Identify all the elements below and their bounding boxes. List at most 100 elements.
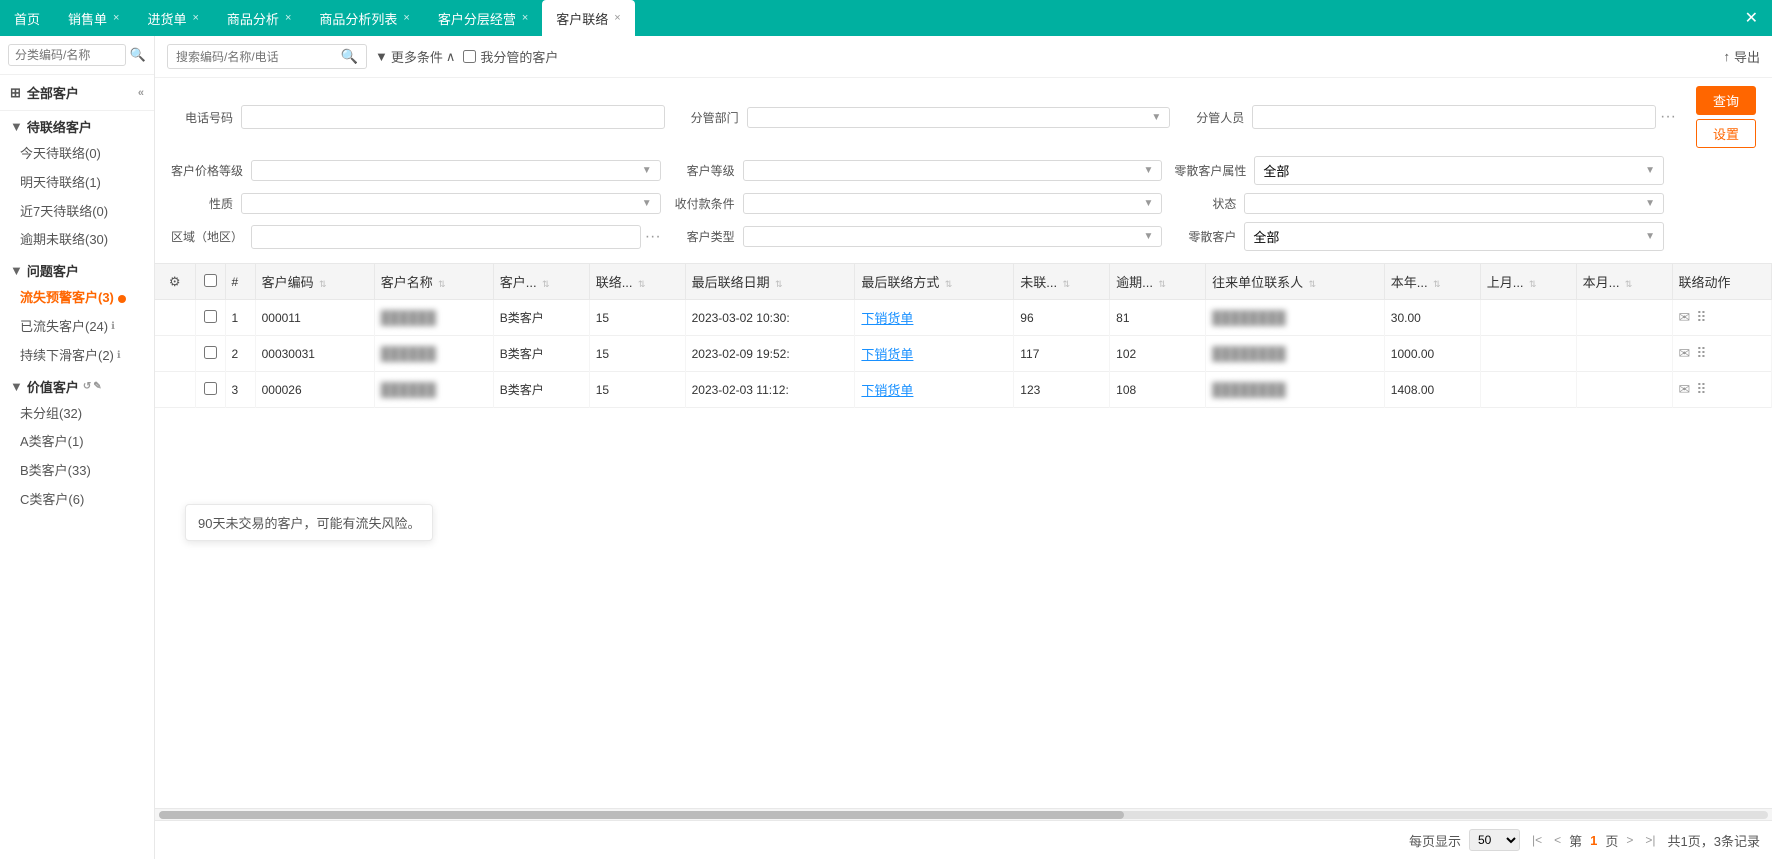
page-first-button[interactable]: |< <box>1528 831 1546 849</box>
page-last-button[interactable]: >| <box>1641 831 1659 849</box>
sidebar-item-churned[interactable]: 已流失客户(24) ℹ <box>0 313 154 342</box>
sidebar-group-value[interactable]: ▼ 价值客户 ↺ ✎ <box>0 371 154 400</box>
sort-name-icon[interactable]: ⇅ <box>438 279 446 289</box>
row1-contact-way-link[interactable]: 下销货单 <box>861 311 913 326</box>
info-icon-churned[interactable]: ℹ <box>111 319 115 335</box>
tab-close-purchase[interactable]: × <box>192 12 198 24</box>
td-row1-this-year: 30.00 <box>1384 300 1480 336</box>
per-page-select[interactable]: 50 100 200 <box>1469 829 1520 851</box>
sort-overdue-icon[interactable]: ⇅ <box>1158 279 1166 289</box>
row2-more-icon[interactable]: ⠿ <box>1696 345 1706 362</box>
tab-close-sales[interactable]: × <box>113 12 119 24</box>
filter-select-dept[interactable]: ▼ <box>747 107 1171 128</box>
manager-dots-icon[interactable]: ··· <box>1660 108 1676 126</box>
sort-date-icon[interactable]: ⇅ <box>775 279 783 289</box>
edit-icon[interactable]: ✎ <box>93 381 101 392</box>
horizontal-scrollbar[interactable] <box>155 808 1772 820</box>
gear-settings-icon[interactable]: ⚙ <box>169 274 181 289</box>
row3-contact-way-link[interactable]: 下销货单 <box>861 383 913 398</box>
sort-type-icon[interactable]: ⇅ <box>542 279 550 289</box>
more-filters-button[interactable]: ▼ 更多条件 ∧ <box>375 47 455 66</box>
td-row3-type: B类客户 <box>493 372 589 408</box>
region-dots-icon[interactable]: ··· <box>645 228 661 246</box>
sidebar-search-icon[interactable]: 🔍 <box>130 47 146 63</box>
filter-label-zero-customer: 零散客户 <box>1174 228 1244 245</box>
scrollbar-track[interactable] <box>159 811 1768 819</box>
query-button[interactable]: 查询 <box>1696 86 1756 115</box>
search-input[interactable] <box>176 50 341 64</box>
select-all-checkbox[interactable] <box>204 274 217 287</box>
app-close-button[interactable]: ✕ <box>1731 8 1772 28</box>
sidebar-group-problem[interactable]: ▼ 问题客户 <box>0 255 154 284</box>
filter-select-customer-type[interactable]: ▼ <box>743 226 1163 247</box>
sidebar-item-churn-risk[interactable]: 流失预警客户(3) <box>0 284 154 313</box>
sidebar-item-downtrend[interactable]: 持续下滑客户(2) ℹ <box>0 342 154 371</box>
sort-last-month-icon[interactable]: ⇅ <box>1529 279 1537 289</box>
my-customers-checkbox[interactable] <box>463 50 476 63</box>
row1-checkbox[interactable] <box>204 310 217 323</box>
sort-contact-icon[interactable]: ⇅ <box>638 279 646 289</box>
tab-customer-tier[interactable]: 客户分层经营 × <box>424 0 542 36</box>
main-layout: 🔍 ⊞ 全部客户 « ▼ 待联络客户 今天待联络(0) 明天待联络(1) 近7天… <box>0 36 1772 859</box>
sidebar-item-a-class[interactable]: A类客户(1) <box>0 428 154 457</box>
tab-close-customer-contact[interactable]: × <box>614 12 620 24</box>
filter-select-gender[interactable]: ▼ <box>241 193 661 214</box>
filter-input-manager[interactable] <box>1252 105 1656 129</box>
page-next-button[interactable]: > <box>1622 831 1637 849</box>
row1-more-icon[interactable]: ⠿ <box>1696 309 1706 326</box>
filter-label-gender: 性质 <box>171 195 241 212</box>
sidebar-item-today[interactable]: 今天待联络(0) <box>0 140 154 169</box>
row1-chat-icon[interactable]: ✉ <box>1679 309 1691 326</box>
sidebar-search-input[interactable] <box>8 44 126 66</box>
row3-more-icon[interactable]: ⠿ <box>1696 381 1706 398</box>
scrollbar-thumb[interactable] <box>159 811 1124 819</box>
tab-customer-contact[interactable]: 客户联络 × <box>542 0 634 36</box>
filter-label-status: 状态 <box>1174 195 1244 212</box>
sidebar-item-overdue[interactable]: 逾期未联络(30) <box>0 226 154 255</box>
sort-code-icon[interactable]: ⇅ <box>319 279 327 289</box>
sort-way-icon[interactable]: ⇅ <box>945 279 953 289</box>
tab-sales[interactable]: 销售单 × <box>54 0 133 36</box>
sidebar-item-tomorrow[interactable]: 明天待联络(1) <box>0 169 154 198</box>
sidebar-item-b-class[interactable]: B类客户(33) <box>0 457 154 486</box>
sidebar-item-week[interactable]: 近7天待联络(0) <box>0 198 154 227</box>
filter-select-price-level[interactable]: ▼ <box>251 160 661 181</box>
td-row1-index: 1 <box>225 300 255 336</box>
sidebar-group-pending[interactable]: ▼ 待联络客户 <box>0 111 154 140</box>
row2-checkbox[interactable] <box>204 346 217 359</box>
sort-not-contacted-icon[interactable]: ⇅ <box>1062 279 1070 289</box>
export-button[interactable]: ↑ 导出 <box>1723 47 1760 66</box>
row3-chat-icon[interactable]: ✉ <box>1679 381 1691 398</box>
dept-down-arrow: ▼ <box>1151 112 1161 123</box>
tab-close-analysis[interactable]: × <box>285 12 291 24</box>
sidebar-item-c-class[interactable]: C类客户(6) <box>0 486 154 515</box>
refresh-icon[interactable]: ↺ <box>83 381 91 392</box>
tab-close-analysis-list[interactable]: × <box>403 12 409 24</box>
filter-input-phone[interactable] <box>241 105 665 129</box>
tab-purchase[interactable]: 进货单 × <box>133 0 212 36</box>
row3-checkbox[interactable] <box>204 382 217 395</box>
settings-button[interactable]: 设置 <box>1696 119 1756 148</box>
sort-unit-contact-icon[interactable]: ⇅ <box>1308 279 1316 289</box>
filter-input-region[interactable] <box>251 225 641 249</box>
tab-close-customer-tier[interactable]: × <box>522 12 528 24</box>
sidebar-all-customers[interactable]: ⊞ 全部客户 « <box>0 75 154 111</box>
row2-chat-icon[interactable]: ✉ <box>1679 345 1691 362</box>
filter-select-zero-attr[interactable]: 全部 ▼ <box>1254 156 1664 185</box>
filter-select-customer-level[interactable]: ▼ <box>743 160 1163 181</box>
info-icon-downtrend[interactable]: ℹ <box>117 348 121 364</box>
sidebar-collapse-icon[interactable]: « <box>138 87 144 99</box>
row2-contact-way-link[interactable]: 下销货单 <box>861 347 913 362</box>
filter-select-zero-customer[interactable]: 全部 ▼ <box>1244 222 1664 251</box>
tab-home[interactable]: 首页 <box>0 0 54 36</box>
tab-analysis-list[interactable]: 商品分析列表 × <box>305 0 423 36</box>
sidebar-item-unclassified[interactable]: 未分组(32) <box>0 400 154 429</box>
tab-analysis[interactable]: 商品分析 × <box>213 0 305 36</box>
sort-this-year-icon[interactable]: ⇅ <box>1433 279 1441 289</box>
my-customers-checkbox-label[interactable]: 我分管的客户 <box>463 47 558 66</box>
filter-select-status[interactable]: ▼ <box>1244 193 1664 214</box>
page-prev-button[interactable]: < <box>1550 831 1565 849</box>
filter-select-payment[interactable]: ▼ <box>743 193 1163 214</box>
sort-this-month-icon[interactable]: ⇅ <box>1625 279 1633 289</box>
search-button[interactable]: 🔍 <box>341 48 358 65</box>
